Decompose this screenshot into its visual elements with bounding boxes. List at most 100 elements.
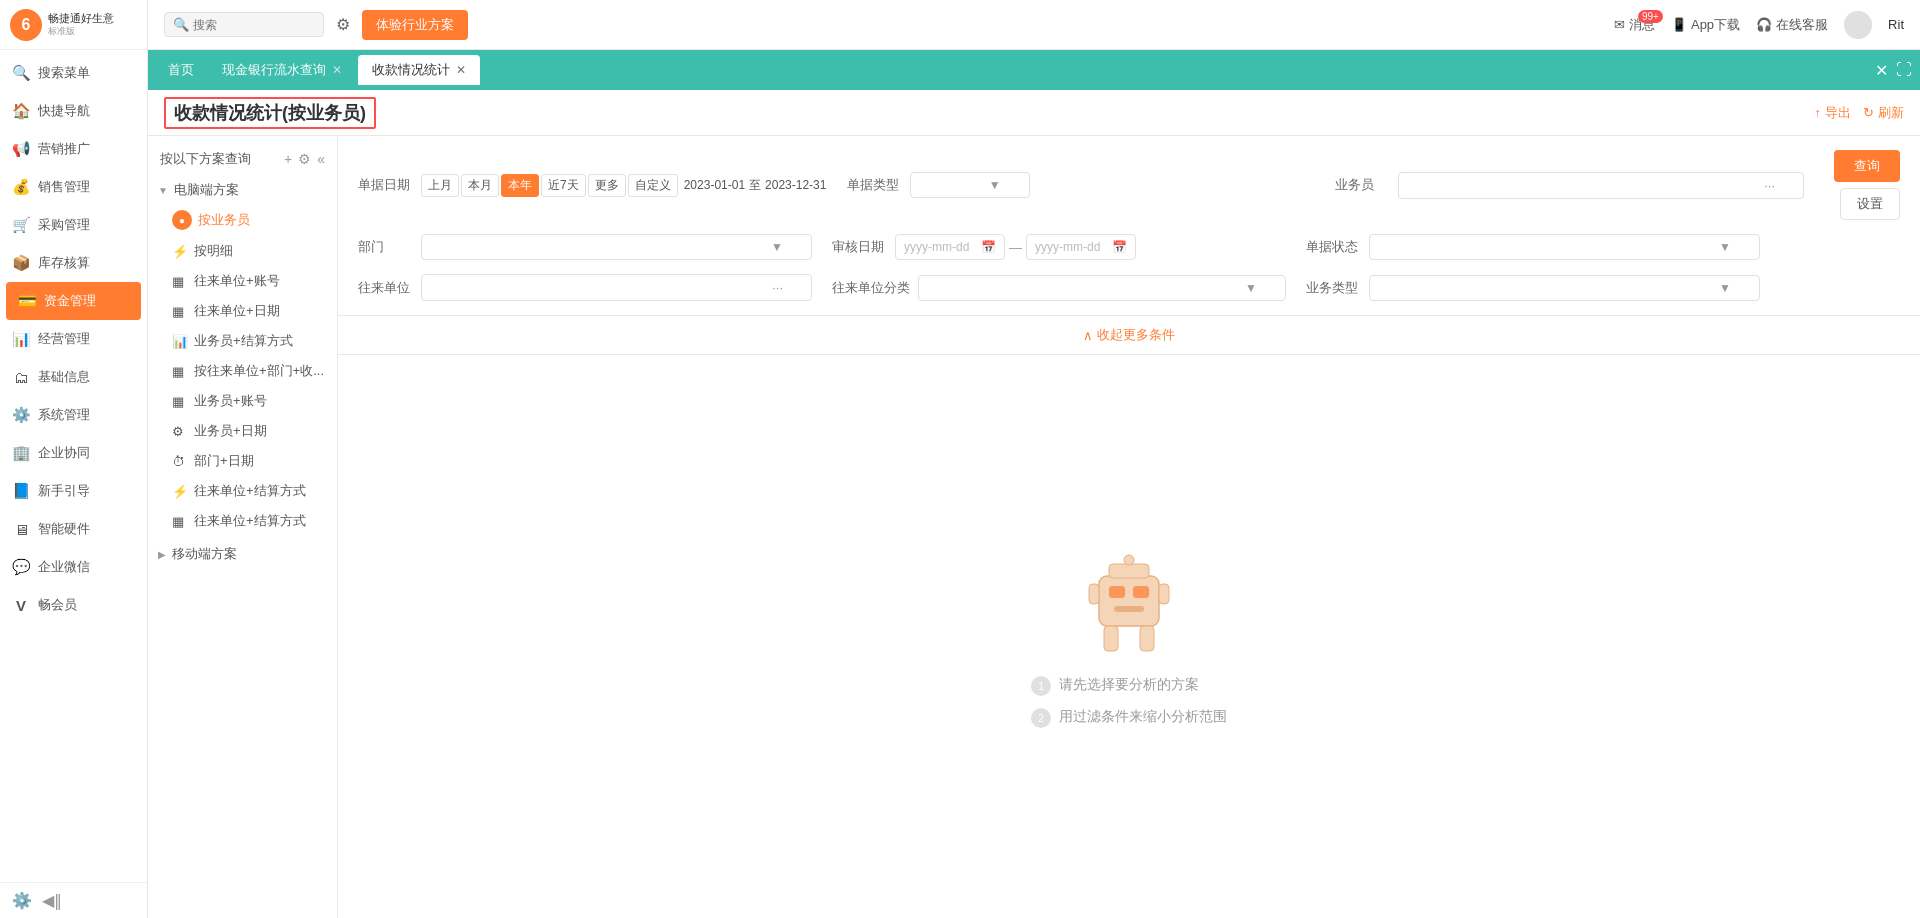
sidebar-item-search[interactable]: 🔍 搜索菜单 xyxy=(0,54,147,92)
business-type-select[interactable]: ▼ xyxy=(1369,275,1760,301)
scheme-item-partner-calc2[interactable]: ▦ 往来单位+结算方式 xyxy=(148,506,337,536)
tab-bank-flow[interactable]: 现金银行流水查询 ✕ xyxy=(208,55,356,85)
review-date-end-input[interactable]: yyyy-mm-dd 📅 xyxy=(1026,234,1136,260)
sidebar-item-beginner[interactable]: 📘 新手引导 xyxy=(0,472,147,510)
app-download-item[interactable]: 📱 App下载 xyxy=(1671,16,1740,34)
hardware-icon: 🖥 xyxy=(12,521,30,538)
sidebar-item-sales[interactable]: 💰 销售管理 xyxy=(0,168,147,206)
scheme-item-by-detail[interactable]: ⚡ 按明细 xyxy=(148,236,337,266)
scheme-item-salesperson-account[interactable]: ▦ 业务员+账号 xyxy=(148,386,337,416)
svg-rect-1 xyxy=(1109,586,1125,598)
salesperson-select[interactable]: ··· xyxy=(1398,172,1804,199)
scheme-add-icon[interactable]: + xyxy=(284,151,292,167)
status-select[interactable]: ▼ xyxy=(1369,234,1760,260)
scheme-item-icon: ▦ xyxy=(172,274,188,289)
sidebar-item-inventory[interactable]: 📦 库存核算 xyxy=(0,244,147,282)
trial-button[interactable]: 体验行业方案 xyxy=(362,10,468,40)
type-label: 单据类型 xyxy=(847,176,902,194)
header-left: 🔍 ⚙ 体验行业方案 xyxy=(164,10,468,40)
date-btn-more[interactable]: 更多 xyxy=(588,174,626,197)
beginner-icon: 📘 xyxy=(12,482,30,500)
refresh-icon: ↻ xyxy=(1863,105,1874,120)
enterprise-icon: 🏢 xyxy=(12,444,30,462)
date-btn-last7[interactable]: 近7天 xyxy=(541,174,586,197)
partner-select[interactable]: ··· xyxy=(421,274,812,301)
scheme-group-desktop-title[interactable]: ▼ 电脑端方案 xyxy=(148,176,337,204)
content-area: 按以下方案查询 + ⚙ « ▼ 电脑端方案 ● 按业务员 ⚡ xyxy=(148,136,1920,918)
svg-point-9 xyxy=(1124,555,1134,565)
sidebar-logo: 6 畅捷通好生意 标准版 xyxy=(0,0,147,50)
scheme-item-label: 部门+日期 xyxy=(194,452,254,470)
tab-expand-icon[interactable]: ✕ xyxy=(1875,61,1888,80)
review-date-end-placeholder: yyyy-mm-dd xyxy=(1035,240,1100,254)
message-item[interactable]: ✉ 消息 99+ xyxy=(1614,16,1655,34)
sidebar-settings-icon[interactable]: ⚙️ xyxy=(12,891,32,910)
scheme-item-partner-dept[interactable]: ▦ 按往来单位+部门+收... xyxy=(148,356,337,386)
review-date-start-input[interactable]: yyyy-mm-dd 📅 xyxy=(895,234,1005,260)
operations-icon: 📊 xyxy=(12,330,30,348)
scheme-settings-icon[interactable]: ⚙ xyxy=(298,151,311,167)
purchase-icon: 🛒 xyxy=(12,216,30,234)
avatar[interactable] xyxy=(1844,11,1872,39)
tab-receipt-stats[interactable]: 收款情况统计 ✕ xyxy=(358,55,480,85)
dept-select[interactable]: ▼ xyxy=(421,234,812,260)
setting-button[interactable]: 设置 xyxy=(1840,188,1900,220)
scheme-item-salesperson-calc[interactable]: 📊 业务员+结算方式 xyxy=(148,326,337,356)
sidebar-item-hardware[interactable]: 🖥 智能硬件 xyxy=(0,510,147,548)
message-badge: 99+ xyxy=(1638,10,1663,23)
tip-2: 2 用过滤条件来缩小分析范围 xyxy=(1031,708,1227,728)
support-icon: 🎧 xyxy=(1756,17,1772,32)
sidebar-item-member[interactable]: V 畅会员 xyxy=(0,586,147,624)
search-box[interactable]: 🔍 xyxy=(164,12,324,37)
tab-fullscreen-icon[interactable]: ⛶ xyxy=(1896,61,1912,79)
group-expand-arrow: ▼ xyxy=(158,185,168,196)
svg-rect-8 xyxy=(1109,564,1149,578)
date-control: 上月 本月 本年 近7天 更多 自定义 2023-01-01 至 2023-12… xyxy=(421,174,827,197)
partner-more-icon[interactable]: ··· xyxy=(772,280,783,295)
member-icon: V xyxy=(12,597,30,614)
sidebar-collapse-icon[interactable]: ◀‖ xyxy=(42,891,62,910)
date-btn-this-month[interactable]: 本月 xyxy=(461,174,499,197)
scheme-group-mobile-title[interactable]: ▶ 移动端方案 xyxy=(148,540,337,568)
sidebar-item-wechat[interactable]: 💬 企业微信 xyxy=(0,548,147,586)
date-btn-custom[interactable]: 自定义 xyxy=(628,174,678,197)
refresh-button[interactable]: ↻ 刷新 xyxy=(1863,104,1904,122)
collapse-text: 收起更多条件 xyxy=(1097,326,1175,344)
filter-actions: 查询 设置 xyxy=(1834,150,1900,220)
tab-close-bank-flow[interactable]: ✕ xyxy=(332,63,342,77)
settings-gear-icon[interactable]: ⚙ xyxy=(336,15,350,34)
scheme-item-partner-date[interactable]: ▦ 往来单位+日期 xyxy=(148,296,337,326)
filter-salesperson-item: 业务员 ··· xyxy=(1335,172,1804,199)
scheme-item-partner-calc1[interactable]: ⚡ 往来单位+结算方式 xyxy=(148,476,337,506)
scheme-item-label: 业务员+日期 xyxy=(194,422,267,440)
search-input[interactable] xyxy=(193,18,313,32)
scheme-group-mobile: ▶ 移动端方案 xyxy=(148,540,337,568)
tab-close-receipt[interactable]: ✕ xyxy=(456,63,466,77)
sidebar-item-sysmgmt[interactable]: ⚙️ 系统管理 xyxy=(0,396,147,434)
category-select[interactable]: ▼ xyxy=(918,275,1286,301)
scheme-item-salesperson-date[interactable]: ⚙ 业务员+日期 xyxy=(148,416,337,446)
sales-icon: 💰 xyxy=(12,178,30,196)
sidebar-item-finance[interactable]: 💳 资金管理 xyxy=(6,282,141,320)
sidebar-item-purchase[interactable]: 🛒 采购管理 xyxy=(0,206,147,244)
date-btn-last-month[interactable]: 上月 xyxy=(421,174,459,197)
type-select[interactable]: ▼ xyxy=(910,172,1030,198)
date-btn-this-year[interactable]: 本年 xyxy=(501,174,539,197)
export-button[interactable]: ↑ 导出 xyxy=(1815,104,1852,122)
export-icon: ↑ xyxy=(1815,105,1822,120)
scheme-item-partner-account[interactable]: ▦ 往来单位+账号 xyxy=(148,266,337,296)
sidebar-item-quicknav[interactable]: 🏠 快捷导航 xyxy=(0,92,147,130)
tab-home[interactable]: 首页 xyxy=(156,55,206,85)
sidebar-item-baseinfo[interactable]: 🗂 基础信息 xyxy=(0,358,147,396)
scheme-item-dept-date[interactable]: ⏱ 部门+日期 xyxy=(148,446,337,476)
sidebar-item-marketing[interactable]: 📢 营销推广 xyxy=(0,130,147,168)
online-support-item[interactable]: 🎧 在线客服 xyxy=(1756,16,1828,34)
scheme-item-by-salesperson[interactable]: ● 按业务员 xyxy=(148,204,337,236)
query-button[interactable]: 查询 xyxy=(1834,150,1900,182)
sidebar-item-operations[interactable]: 📊 经营管理 xyxy=(0,320,147,358)
salesperson-more-icon[interactable]: ··· xyxy=(1764,178,1775,193)
sidebar-item-enterprise[interactable]: 🏢 企业协同 xyxy=(0,434,147,472)
scheme-collapse-icon[interactable]: « xyxy=(317,151,325,167)
collapse-bar[interactable]: ∧ 收起更多条件 xyxy=(338,316,1920,355)
date-end: 2023-12-31 xyxy=(765,178,826,192)
